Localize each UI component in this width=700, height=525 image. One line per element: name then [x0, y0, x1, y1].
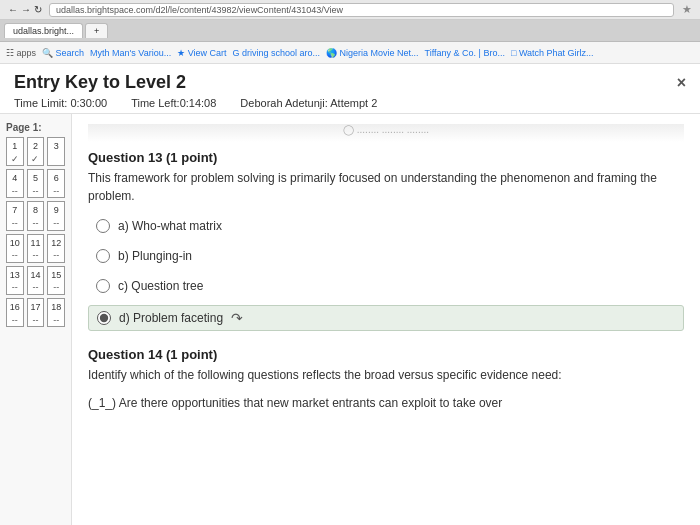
nav-item-15[interactable]: 15-- — [47, 266, 65, 295]
nav-item-6[interactable]: 6-- — [47, 169, 65, 198]
nav-item-3[interactable]: 3 — [47, 137, 65, 166]
nav-item-1[interactable]: 1✓ — [6, 137, 24, 166]
tabs-bar: udallas.bright... + — [0, 20, 700, 42]
browser-bar: ← → ↻ udallas.brightspace.com/d2l/le/con… — [0, 0, 700, 20]
app-watch[interactable]: □ Watch Phat Girlz... — [511, 48, 594, 58]
option-c-label: c) Question tree — [118, 279, 203, 293]
nav-item-17[interactable]: 17-- — [27, 298, 45, 327]
nav-item-12[interactable]: 12-- — [47, 234, 65, 263]
forward-icon[interactable]: → — [21, 4, 31, 15]
option-a[interactable]: a) Who-what matrix — [88, 215, 684, 237]
radio-a[interactable] — [96, 219, 110, 233]
option-d-label: d) Problem faceting — [119, 311, 223, 325]
question-13-title: Question 13 (1 point) — [88, 150, 684, 165]
question-14-title: Question 14 (1 point) — [88, 347, 684, 362]
radio-c[interactable] — [96, 279, 110, 293]
nav-item-8[interactable]: 8-- — [27, 201, 45, 230]
cursor-icon: ↷ — [231, 310, 243, 326]
nav-item-7[interactable]: 7-- — [6, 201, 24, 230]
time-left: Time Left:0:14:08 — [131, 97, 216, 109]
refresh-icon[interactable]: ↻ — [34, 4, 42, 15]
page-title: Entry Key to Level 2 — [14, 72, 186, 93]
question-13-text: This framework for problem solving is pr… — [88, 169, 684, 205]
tab-active[interactable]: udallas.bright... — [4, 23, 83, 38]
apps-bar: ☷ apps 🔍 Search Myth Man's Variou... ★ V… — [0, 42, 700, 64]
nav-item-2[interactable]: 2✓ — [27, 137, 45, 166]
quiz-main: ◯ ........ ........ ........ Question 13… — [72, 114, 700, 525]
radio-d[interactable] — [97, 311, 111, 325]
blurred-top: ◯ ........ ........ ........ — [88, 124, 684, 142]
option-b-label: b) Plunging-in — [118, 249, 192, 263]
back-icon[interactable]: ← — [8, 4, 18, 15]
nav-item-10[interactable]: 10-- — [6, 234, 24, 263]
nav-item-5[interactable]: 5-- — [27, 169, 45, 198]
nav-item-13[interactable]: 13-- — [6, 266, 24, 295]
time-limit: Time Limit: 0:30:00 — [14, 97, 107, 109]
question-14-block: Question 14 (1 point) Identify which of … — [88, 347, 684, 412]
app-driving[interactable]: G driving school aro... — [233, 48, 321, 58]
nav-item-16[interactable]: 16-- — [6, 298, 24, 327]
option-c[interactable]: c) Question tree — [88, 275, 684, 297]
app-search[interactable]: 🔍 Search — [42, 48, 84, 58]
nav-item-9[interactable]: 9-- — [47, 201, 65, 230]
nav-item-18[interactable]: 18-- — [47, 298, 65, 327]
question-14-text: Identify which of the following question… — [88, 366, 684, 384]
option-d[interactable]: d) Problem faceting ↷ — [88, 305, 684, 331]
quiz-layout: Page 1: 1✓ 2✓ 3 4-- 5-- — [0, 114, 700, 525]
radio-b[interactable] — [96, 249, 110, 263]
nav-item-4[interactable]: 4-- — [6, 169, 24, 198]
nav-item-11[interactable]: 11-- — [27, 234, 45, 263]
user-attempt: Deborah Adetunji: Attempt 2 — [240, 97, 377, 109]
nav-grid: 1✓ 2✓ 3 4-- 5-- 6-- — [6, 137, 65, 327]
apps-icon[interactable]: ☷ apps — [6, 48, 36, 58]
bookmark-icon[interactable]: ★ — [682, 3, 692, 16]
meta-row: Time Limit: 0:30:00 Time Left:0:14:08 De… — [14, 97, 686, 109]
app-tiffany[interactable]: Tiffany & Co. | Bro... — [425, 48, 505, 58]
app-myth[interactable]: Myth Man's Variou... — [90, 48, 171, 58]
nav-item-14[interactable]: 14-- — [27, 266, 45, 295]
app-nigeria[interactable]: 🌎 Nigeria Movie Net... — [326, 48, 419, 58]
nav-page-label: Page 1: — [6, 122, 65, 133]
page-header: Entry Key to Level 2 × Time Limit: 0:30:… — [0, 64, 700, 114]
app-cart[interactable]: ★ View Cart — [177, 48, 226, 58]
option-a-label: a) Who-what matrix — [118, 219, 222, 233]
tab-new[interactable]: + — [85, 23, 108, 38]
content-area: Entry Key to Level 2 × Time Limit: 0:30:… — [0, 64, 700, 525]
question-13-block: Question 13 (1 point) This framework for… — [88, 150, 684, 331]
question-nav: Page 1: 1✓ 2✓ 3 4-- 5-- — [0, 114, 72, 525]
question-14-partial: (_1_) Are there opportunities that new m… — [88, 394, 684, 412]
option-b[interactable]: b) Plunging-in — [88, 245, 684, 267]
url-bar[interactable]: udallas.brightspace.com/d2l/le/content/4… — [49, 3, 674, 17]
close-button[interactable]: × — [677, 74, 686, 92]
